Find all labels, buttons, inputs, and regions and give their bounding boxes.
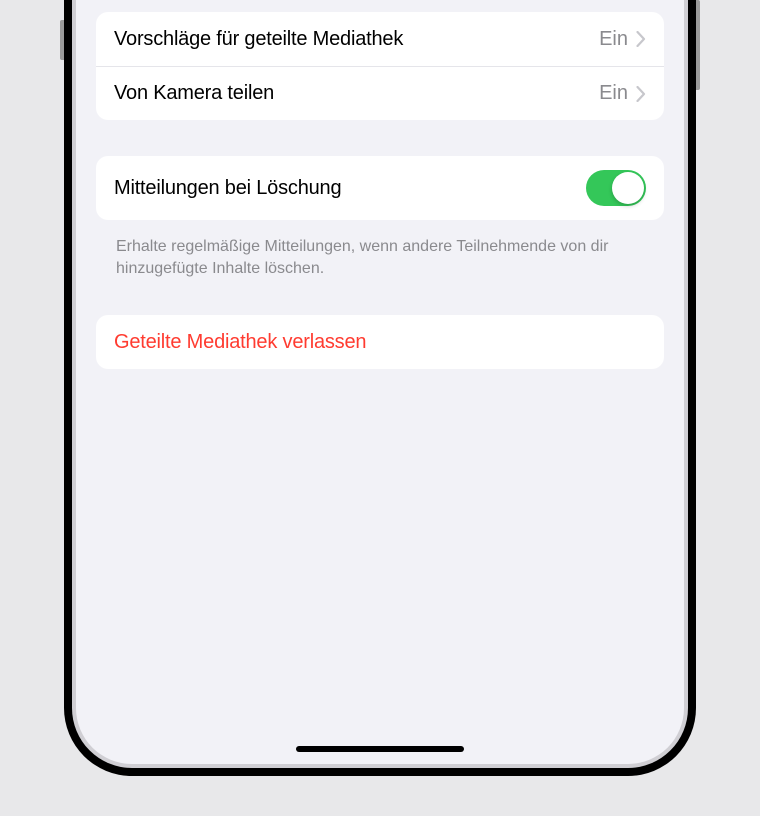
row-label: Von Kamera teilen [114,82,599,105]
volume-button [60,20,64,60]
settings-group-notifications: Mitteilungen bei Löschung [96,156,664,220]
phone-frame: Vorschläge für geteilte Mediathek Ein Vo… [64,0,696,776]
home-indicator[interactable] [296,746,464,752]
row-value: Ein [599,82,628,105]
row-label: Mitteilungen bei Löschung [114,177,586,200]
power-button [696,0,700,90]
row-value: Ein [599,28,628,51]
toggle-deletion-notifications[interactable] [586,170,646,206]
chevron-right-icon [636,31,646,47]
destructive-label: Geteilte Mediathek verlassen [114,331,366,354]
row-share-from-camera[interactable]: Von Kamera teilen Ein [96,66,664,120]
phone-bezel: Vorschläge für geteilte Mediathek Ein Vo… [72,0,688,768]
row-leave-shared-library[interactable]: Geteilte Mediathek verlassen [96,315,664,369]
group-footer-text: Erhalte regelmäßige Mitteilungen, wenn a… [96,228,664,279]
row-deletion-notifications: Mitteilungen bei Löschung [96,156,664,220]
settings-group-sharing: Vorschläge für geteilte Mediathek Ein Vo… [96,12,664,120]
screen: Vorschläge für geteilte Mediathek Ein Vo… [76,0,684,764]
chevron-right-icon [636,86,646,102]
toggle-knob [612,172,644,204]
row-shared-library-suggestions[interactable]: Vorschläge für geteilte Mediathek Ein [96,12,664,66]
row-label: Vorschläge für geteilte Mediathek [114,28,599,51]
